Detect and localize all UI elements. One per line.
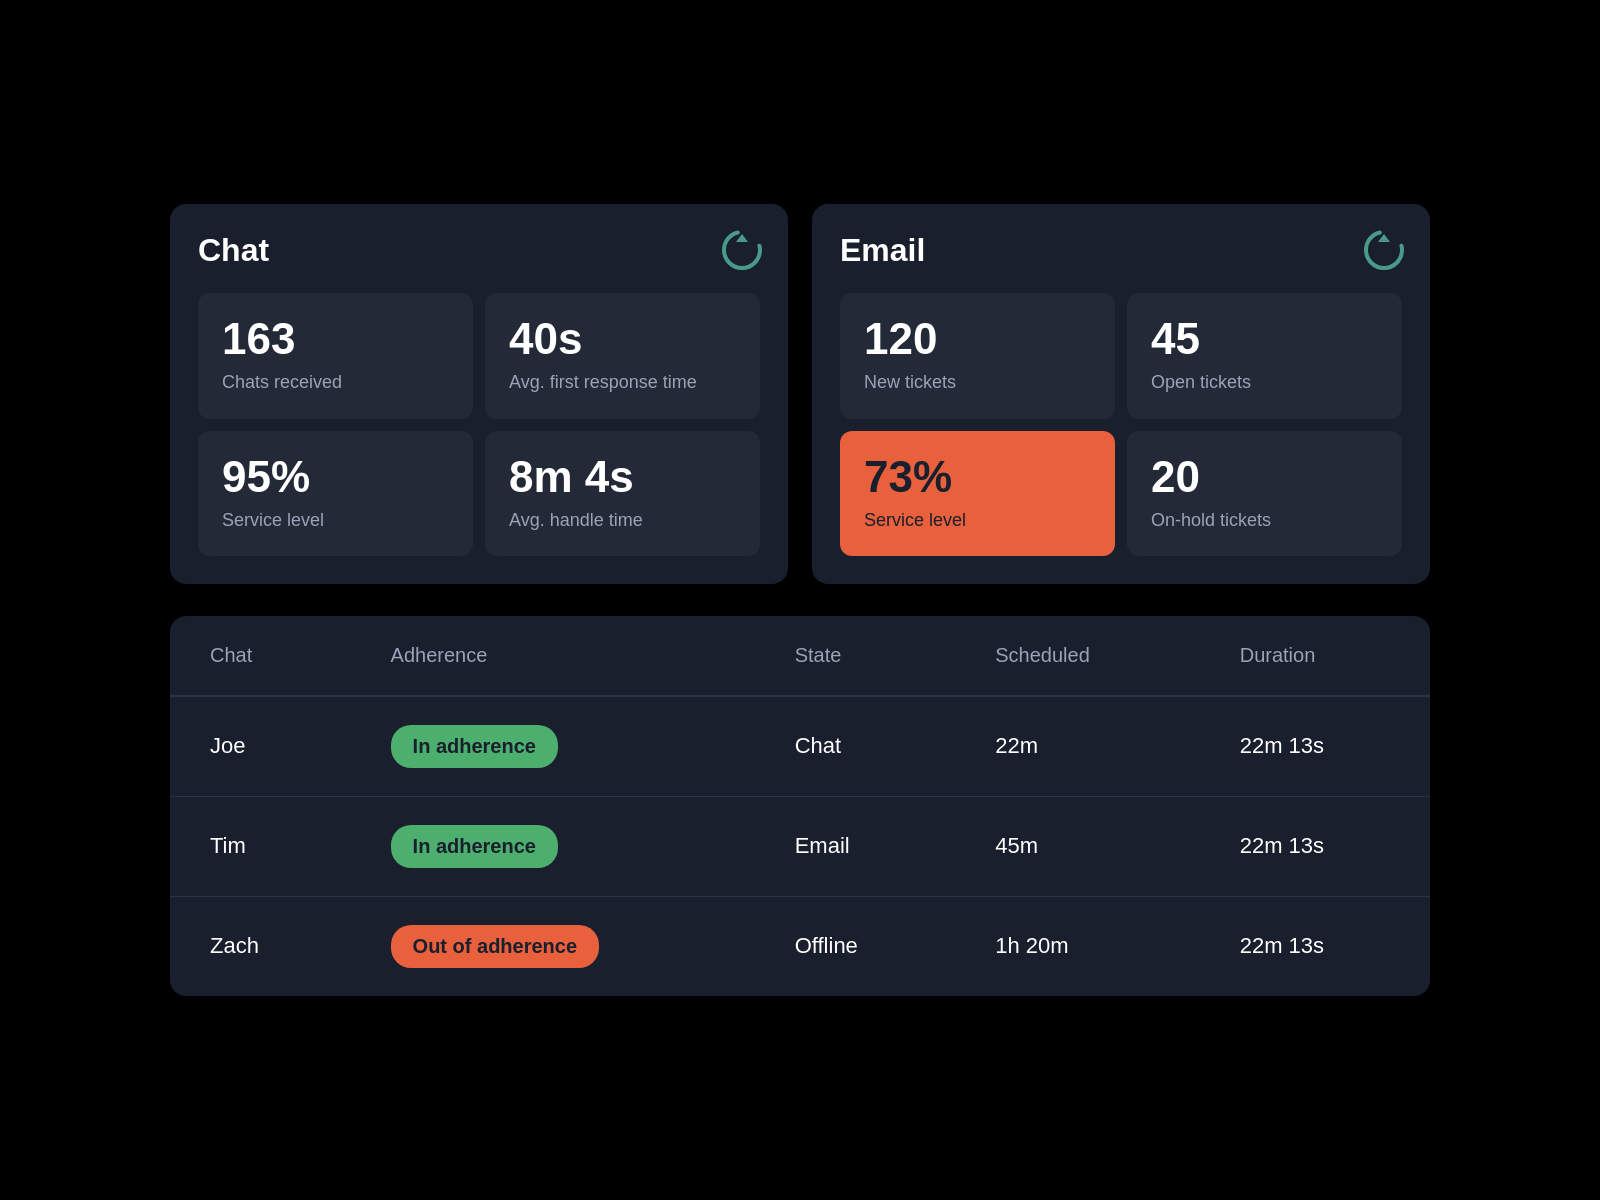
chat-service-level-value: 95%: [222, 455, 449, 499]
row-zach-name: Zach: [170, 896, 351, 996]
email-metric-service-level: 73% Service level: [840, 431, 1115, 556]
row-zach-state: Offline: [755, 896, 956, 996]
table-row: Tim In adherence Email 45m 22m 13s: [170, 796, 1430, 896]
chats-received-value: 163: [222, 317, 449, 361]
email-panel-title: Email: [840, 232, 1402, 269]
svg-marker-1: [736, 234, 748, 242]
avg-first-response-value: 40s: [509, 317, 736, 361]
open-tickets-value: 45: [1151, 317, 1378, 361]
onhold-tickets-value: 20: [1151, 455, 1378, 499]
row-joe-scheduled: 22m: [955, 696, 1199, 797]
main-container: Chat 163 Chats received 40s Avg. first r…: [170, 204, 1430, 996]
open-tickets-label: Open tickets: [1151, 371, 1378, 394]
col-header-duration: Duration: [1200, 616, 1430, 696]
chat-panel-title: Chat: [198, 232, 760, 269]
col-header-adherence: Adherence: [351, 616, 755, 696]
row-tim-duration: 22m 13s: [1200, 796, 1430, 896]
col-header-state: State: [755, 616, 956, 696]
email-panel: Email 120 New tickets 45 Open tickets 73…: [812, 204, 1430, 584]
row-tim-scheduled: 45m: [955, 796, 1199, 896]
col-header-chat: Chat: [170, 616, 351, 696]
chat-metric-avg-handle-time: 8m 4s Avg. handle time: [485, 431, 760, 556]
avg-first-response-label: Avg. first response time: [509, 371, 736, 394]
email-service-level-value: 73%: [864, 455, 1091, 499]
joe-adherence-badge: In adherence: [391, 725, 558, 768]
avg-handle-time-value: 8m 4s: [509, 455, 736, 499]
new-tickets-value: 120: [864, 317, 1091, 361]
chats-received-label: Chats received: [222, 371, 449, 394]
new-tickets-label: New tickets: [864, 371, 1091, 394]
top-panels: Chat 163 Chats received 40s Avg. first r…: [170, 204, 1430, 584]
col-header-scheduled: Scheduled: [955, 616, 1199, 696]
row-joe-state: Chat: [755, 696, 956, 797]
email-metric-onhold-tickets: 20 On-hold tickets: [1127, 431, 1402, 556]
tim-adherence-badge: In adherence: [391, 825, 558, 868]
row-tim-adherence: In adherence: [351, 796, 755, 896]
row-zach-scheduled: 1h 20m: [955, 896, 1199, 996]
chat-reload-icon[interactable]: [720, 228, 764, 272]
table-row: Joe In adherence Chat 22m 22m 13s: [170, 696, 1430, 797]
row-joe-duration: 22m 13s: [1200, 696, 1430, 797]
row-zach-duration: 22m 13s: [1200, 896, 1430, 996]
row-joe-name: Joe: [170, 696, 351, 797]
chat-metrics-grid: 163 Chats received 40s Avg. first respon…: [198, 293, 760, 556]
chat-metric-avg-first-response: 40s Avg. first response time: [485, 293, 760, 418]
email-service-level-label: Service level: [864, 509, 1091, 532]
chat-service-level-label: Service level: [222, 509, 449, 532]
table-header-row: Chat Adherence State Scheduled Duration: [170, 616, 1430, 696]
chat-panel: Chat 163 Chats received 40s Avg. first r…: [170, 204, 788, 584]
row-joe-adherence: In adherence: [351, 696, 755, 797]
adherence-table-container: Chat Adherence State Scheduled Duration …: [170, 616, 1430, 996]
table-row: Zach Out of adherence Offline 1h 20m 22m…: [170, 896, 1430, 996]
adherence-table: Chat Adherence State Scheduled Duration …: [170, 616, 1430, 996]
chat-metric-chats-received: 163 Chats received: [198, 293, 473, 418]
zach-adherence-badge: Out of adherence: [391, 925, 599, 968]
email-reload-icon[interactable]: [1362, 228, 1406, 272]
avg-handle-time-label: Avg. handle time: [509, 509, 736, 532]
svg-marker-3: [1378, 234, 1390, 242]
email-metric-new-tickets: 120 New tickets: [840, 293, 1115, 418]
row-zach-adherence: Out of adherence: [351, 896, 755, 996]
row-tim-state: Email: [755, 796, 956, 896]
onhold-tickets-label: On-hold tickets: [1151, 509, 1378, 532]
row-tim-name: Tim: [170, 796, 351, 896]
email-metric-open-tickets: 45 Open tickets: [1127, 293, 1402, 418]
email-metrics-grid: 120 New tickets 45 Open tickets 73% Serv…: [840, 293, 1402, 556]
chat-metric-service-level: 95% Service level: [198, 431, 473, 556]
